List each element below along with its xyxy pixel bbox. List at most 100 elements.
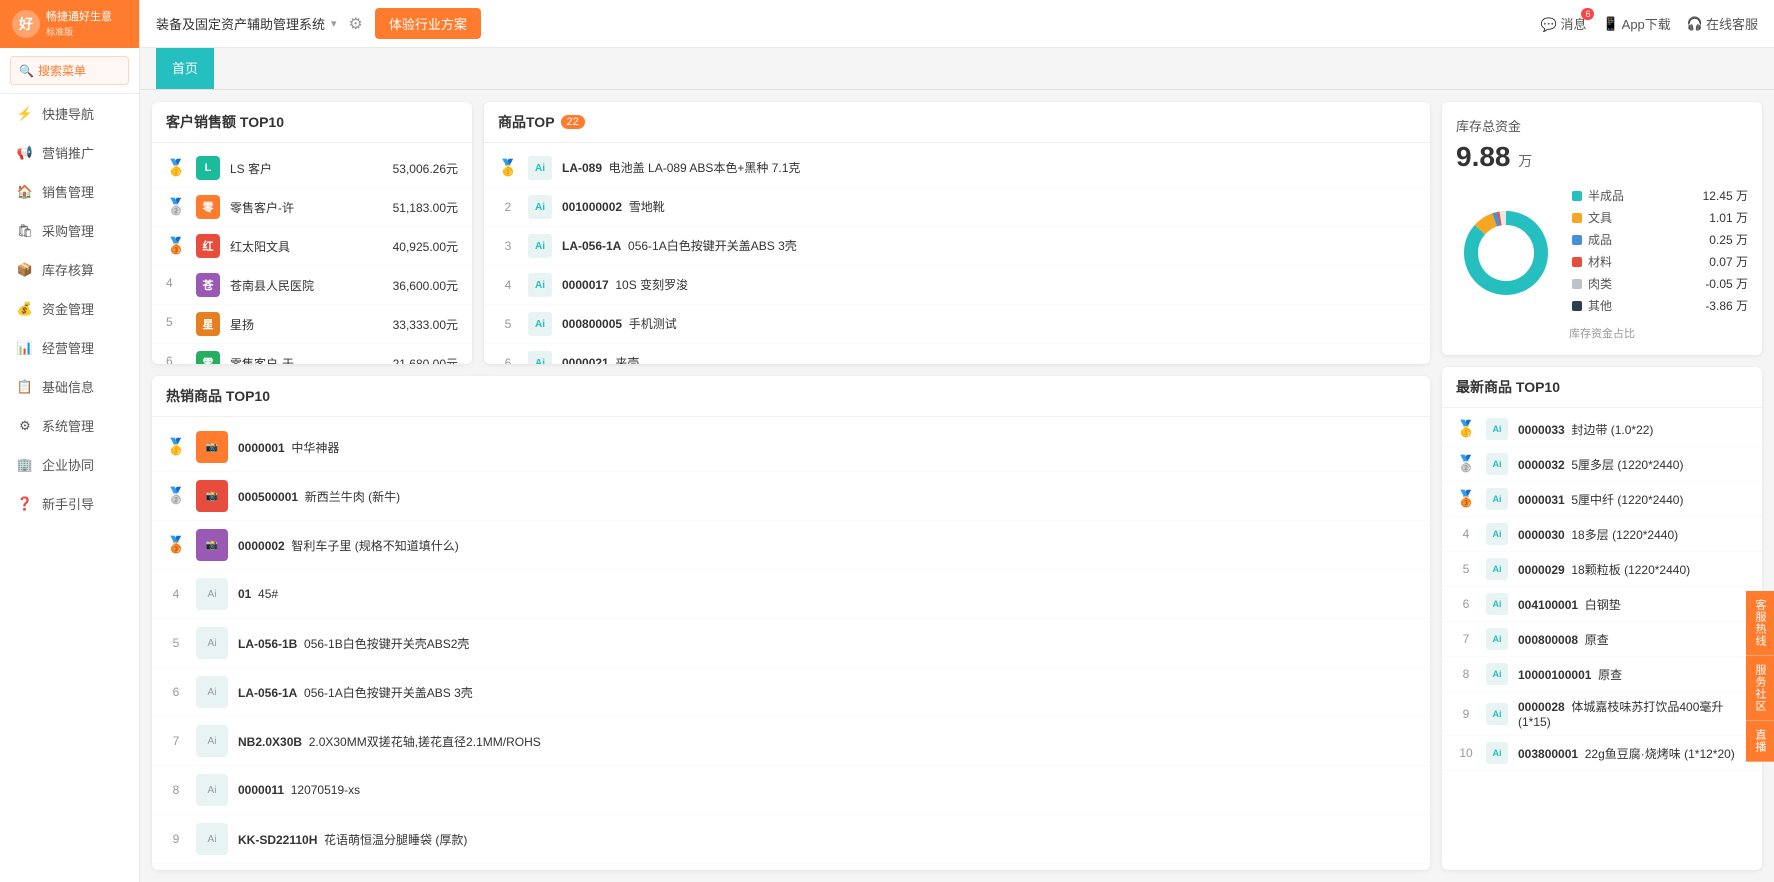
prod-name: LA-056-1A 056-1A白色按键开关盖ABS 3壳 [562, 238, 1416, 255]
hot-name: NB2.0X30B 2.0X30MM双搓花轴,搓花直径2.1MM/ROHS [238, 733, 1416, 750]
float-service: 客服热线服务社区直播 [1746, 591, 1774, 762]
sidebar-item-system[interactable]: ⚙ 系统管理 [0, 406, 139, 445]
sidebar-item-guide[interactable]: ❓ 新手引导 [0, 484, 139, 523]
sales-ranking-header: 客户销售额 TOP10 [152, 102, 472, 143]
trial-button[interactable]: 体验行业方案 [375, 8, 481, 39]
logo-badge: 标准版 [46, 25, 112, 38]
nav-guide-label: 新手引导 [42, 494, 94, 513]
hot-img: Ai [196, 774, 228, 806]
sidebar-item-purchase[interactable]: 🛍 采购管理 [0, 211, 139, 250]
prod-rank: 2 [498, 200, 518, 214]
ranking-item: 🥉 红 红太阳文具 40,925.00元 [152, 227, 472, 266]
sidebar-item-sales[interactable]: 🏠 销售管理 [0, 172, 139, 211]
hot-img: Ai [196, 676, 228, 708]
legend-dot [1572, 235, 1582, 245]
purchase-icon: 🛍 [16, 222, 34, 240]
quick-icon: ⚡ [16, 105, 34, 123]
system-name[interactable]: 装备及固定资产辅助管理系统 ▾ [156, 14, 337, 33]
legend-item: 肉类 -0.05 万 [1572, 275, 1748, 292]
rank-medal: 4 [166, 275, 186, 295]
sidebar-item-inventory[interactable]: 📦 库存核算 [0, 250, 139, 289]
new-rank: 8 [1456, 667, 1476, 681]
mobile-icon: 📱 [1602, 16, 1618, 32]
new-products-header: 最新商品 TOP10 [1442, 367, 1762, 408]
main-wrapper: 装备及固定资产辅助管理系统 ▾ ⚙ 体验行业方案 💬 消息 6 📱 App下载 … [140, 0, 1774, 882]
sidebar: 好 畅捷通好生意 标准版 🔍 搜索菜单 ⚡ 快捷导航 📢 营销推广 🏠 销售管理… [0, 0, 140, 882]
legend-val: 1.01 万 [1709, 209, 1748, 226]
hot-rank: 9 [166, 832, 186, 846]
prod-name: 0000021 夹壳 [562, 355, 1416, 364]
nav-purchase-label: 采购管理 [42, 221, 94, 240]
prod-rank: 🥇 [498, 158, 518, 178]
message-button[interactable]: 💬 消息 6 [1541, 14, 1587, 33]
legend-item: 其他 -3.86 万 [1572, 297, 1748, 314]
rank-amount: 21,680.00元 [393, 355, 458, 365]
hot-img: 📸 [196, 431, 228, 463]
hot-img: Ai [196, 725, 228, 757]
rank-medal: 🥇 [166, 158, 186, 178]
nav-system-label: 系统管理 [42, 416, 94, 435]
new-name: 0000028 体城嘉枝味苏打饮品400毫升 (1*15) [1518, 698, 1748, 729]
new-name: 0000030 18多层 (1220*2440) [1518, 526, 1748, 543]
inventory-chart-row: 半成品 12.45 万 文具 1.01 万 成品 0.25 万 材料 0.07 … [1456, 187, 1748, 319]
content-area: 客户销售额 TOP10 🥇 L LS 客户 53,006.26元 🥈 零 零售客… [140, 90, 1774, 882]
rank-medal: 🥈 [166, 197, 186, 217]
online-service-label: 在线客服 [1706, 14, 1758, 33]
sidebar-item-basic[interactable]: 📋 基础信息 [0, 367, 139, 406]
hot-products-title: 热销商品 TOP10 [166, 386, 270, 406]
float-service-button[interactable]: 服务社区 [1746, 656, 1774, 721]
inventory-chart-label: 库存资金占比 [1456, 325, 1748, 341]
sidebar-item-operation[interactable]: 📊 经营管理 [0, 328, 139, 367]
legend-dot [1572, 279, 1582, 289]
legend-name: 材料 [1588, 253, 1703, 270]
nav-enterprise-label: 企业协同 [42, 455, 94, 474]
new-prod-item: 5 Ai 0000029 18颗粒板 (1220*2440) [1442, 552, 1762, 587]
new-img: Ai [1486, 628, 1508, 650]
hot-img: 📸 [196, 480, 228, 512]
legend-dot [1572, 213, 1582, 223]
new-rank: 9 [1456, 707, 1476, 721]
rank-name: 零售客户-于 [230, 355, 383, 365]
rank-name: 零售客户-许 [230, 199, 383, 216]
gear-icon[interactable]: ⚙ [349, 14, 363, 34]
main-content: 客户销售额 TOP10 🥇 L LS 客户 53,006.26元 🥈 零 零售客… [140, 90, 1774, 882]
new-name: 0000031 5厘中纤 (1220*2440) [1518, 491, 1748, 508]
sidebar-item-quick[interactable]: ⚡ 快捷导航 [0, 94, 139, 133]
prod-name: 000800005 手机测试 [562, 316, 1416, 333]
new-products-title: 最新商品 TOP10 [1456, 377, 1560, 397]
rank-name: 红太阳文具 [230, 238, 383, 255]
tab-home-label: 首页 [172, 61, 198, 76]
ranking-item: 🥈 零 零售客户-许 51,183.00元 [152, 188, 472, 227]
new-prod-list: 🥇 Ai 0000033 封边带 (1.0*22) 🥈 Ai 0000032 5… [1442, 408, 1762, 775]
legend-dot [1572, 257, 1582, 267]
new-prod-item: 🥈 Ai 0000032 5厘多层 (1220*2440) [1442, 447, 1762, 482]
sidebar-item-finance[interactable]: 💰 资金管理 [0, 289, 139, 328]
hot-rank: 5 [166, 636, 186, 650]
new-img: Ai [1486, 742, 1508, 764]
hot-rank: 🥇 [166, 437, 186, 457]
online-service-button[interactable]: 🎧 在线客服 [1687, 14, 1758, 33]
message-label: 消息 [1560, 17, 1586, 32]
prod-img: Ai [528, 156, 552, 180]
new-img: Ai [1486, 418, 1508, 440]
new-img: Ai [1486, 663, 1508, 685]
chevron-down-icon: ▾ [331, 17, 337, 30]
nav-marketing-label: 营销推广 [42, 143, 94, 162]
new-name: 003800001 22g鱼豆腐·烧烤味 (1*12*20) [1518, 745, 1748, 762]
inventory-title: 库存总资金 [1456, 116, 1748, 135]
rank-name: 苍南县人民医院 [230, 277, 383, 294]
legend-dot [1572, 191, 1582, 201]
inventory-legend: 半成品 12.45 万 文具 1.01 万 成品 0.25 万 材料 0.07 … [1572, 187, 1748, 319]
left-panels: 客户销售额 TOP10 🥇 L LS 客户 53,006.26元 🥈 零 零售客… [152, 102, 1430, 870]
sidebar-item-enterprise[interactable]: 🏢 企业协同 [0, 445, 139, 484]
right-panel: 库存总资金 9.88 万 [1442, 102, 1762, 870]
app-download-button[interactable]: 📱 App下载 [1602, 14, 1670, 33]
hot-products-header: 热销商品 TOP10 [152, 376, 1430, 417]
float-service-button[interactable]: 客服热线 [1746, 591, 1774, 656]
product-item: 5 Ai 000800005 手机测试 [484, 305, 1430, 344]
tab-home[interactable]: 首页 [156, 48, 214, 89]
search-menu-button[interactable]: 🔍 搜索菜单 [10, 56, 129, 85]
sidebar-item-marketing[interactable]: 📢 营销推广 [0, 133, 139, 172]
float-service-button[interactable]: 直播 [1746, 721, 1774, 762]
hot-name: 0000011 12070519-xs [238, 783, 1416, 797]
